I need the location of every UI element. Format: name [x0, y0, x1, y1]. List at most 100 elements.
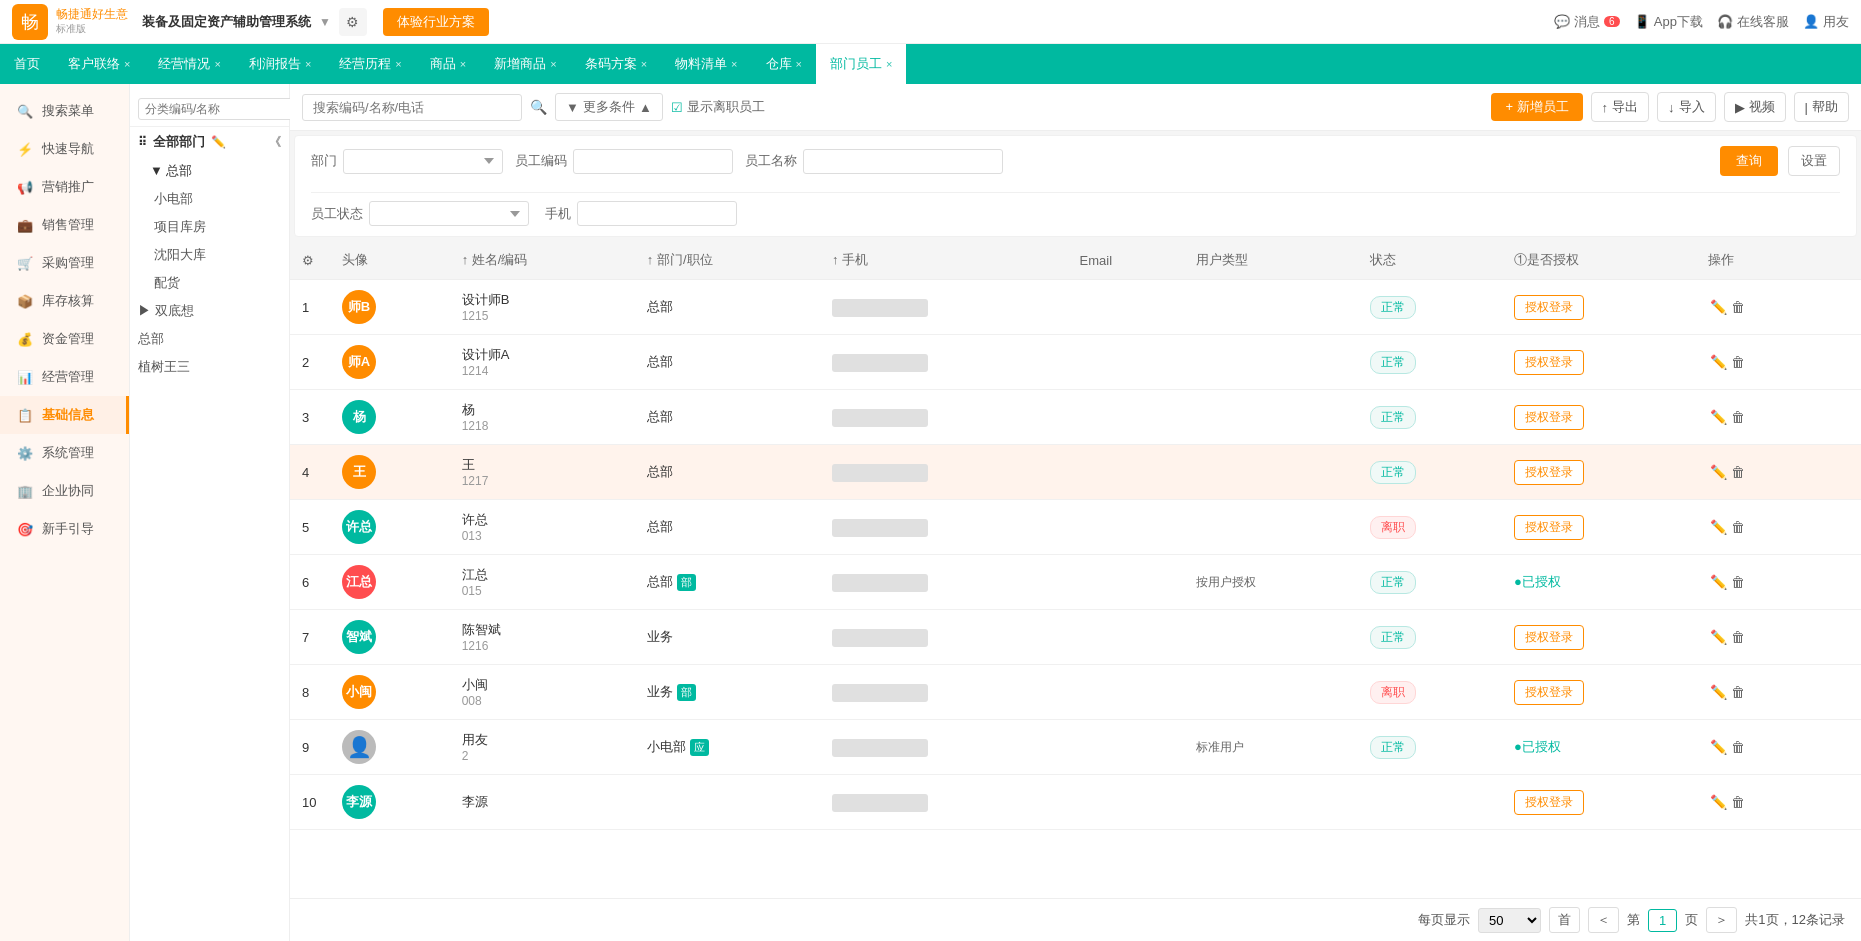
edit-button[interactable]: ✏️ — [1710, 739, 1727, 755]
nav-close-staff[interactable]: × — [886, 58, 892, 70]
auth-login-button[interactable]: 授权登录 — [1514, 790, 1584, 815]
sidebar-item-guide[interactable]: 🎯 新手引导 — [0, 510, 129, 548]
per-page-select[interactable]: 50 — [1478, 908, 1541, 933]
dept-search-input[interactable] — [138, 98, 302, 120]
auth-login-button[interactable]: 授权登录 — [1514, 350, 1584, 375]
auth-login-button[interactable]: 授权登录 — [1514, 680, 1584, 705]
view-button[interactable]: ▶ 视频 — [1724, 92, 1786, 122]
nav-item-bom[interactable]: 物料清单 × — [661, 44, 751, 84]
nav-item-ops[interactable]: 经营情况 × — [144, 44, 234, 84]
message-button[interactable]: 💬 消息 6 — [1554, 13, 1620, 31]
row-auth[interactable]: 授权登录 — [1502, 665, 1696, 720]
set-button[interactable]: 设置 — [1788, 146, 1840, 176]
more-filters-button[interactable]: ▼ 更多条件 ▲ — [555, 93, 663, 121]
add-employee-button[interactable]: + 新增员工 — [1491, 93, 1582, 121]
trial-button[interactable]: 体验行业方案 — [383, 8, 489, 36]
dept-item-zongbu[interactable]: 总部 — [130, 325, 289, 353]
nav-item-customer[interactable]: 客户联络 × — [54, 44, 144, 84]
delete-button[interactable]: 🗑 — [1731, 574, 1745, 590]
row-auth[interactable]: 授权登录 — [1502, 500, 1696, 555]
nav-item-staff[interactable]: 部门员工 × — [816, 44, 906, 84]
sidebar-item-system[interactable]: ⚙️ 系统管理 — [0, 434, 129, 472]
emp-code-input[interactable] — [573, 149, 733, 174]
sidebar-item-search[interactable]: 🔍 搜索菜单 — [0, 92, 129, 130]
delete-button[interactable]: 🗑 — [1731, 684, 1745, 700]
nav-item-goods[interactable]: 商品 × — [416, 44, 480, 84]
first-page-button[interactable]: 首 — [1549, 907, 1580, 933]
delete-button[interactable]: 🗑 — [1731, 519, 1745, 535]
dept-filter-select[interactable] — [343, 149, 503, 174]
delete-button[interactable]: 🗑 — [1731, 739, 1745, 755]
emp-status-select[interactable] — [369, 201, 529, 226]
delete-button[interactable]: 🗑 — [1731, 629, 1745, 645]
nav-close-barcode[interactable]: × — [641, 58, 647, 70]
edit-button[interactable]: ✏️ — [1710, 409, 1727, 425]
employee-search-input[interactable] — [302, 94, 522, 121]
nav-close-customer[interactable]: × — [124, 58, 130, 70]
edit-button[interactable]: ✏️ — [1710, 299, 1727, 315]
edit-button[interactable]: ✏️ — [1710, 629, 1727, 645]
help-button[interactable]: | 帮助 — [1794, 92, 1849, 122]
edit-button[interactable]: ✏️ — [1710, 684, 1727, 700]
export-button[interactable]: ↑ 导出 — [1591, 92, 1650, 122]
phone-input[interactable] — [577, 201, 737, 226]
online-service-button[interactable]: 🎧 在线客服 — [1717, 13, 1789, 31]
sidebar-item-operations[interactable]: 📊 经营管理 — [0, 358, 129, 396]
user-button[interactable]: 👤 用友 — [1803, 13, 1849, 31]
query-button[interactable]: 查询 — [1720, 146, 1778, 176]
auth-login-button[interactable]: 授权登录 — [1514, 515, 1584, 540]
col-dept[interactable]: ↑ 部门/职位 — [635, 241, 820, 280]
nav-item-home[interactable]: 首页 — [0, 44, 54, 84]
settings-button[interactable]: ⚙ — [339, 8, 367, 36]
delete-button[interactable]: 🗑 — [1731, 409, 1745, 425]
row-auth[interactable]: 授权登录 — [1502, 775, 1696, 830]
edit-button[interactable]: ✏️ — [1710, 354, 1727, 370]
nav-close-addgoods[interactable]: × — [550, 58, 556, 70]
row-auth[interactable]: 授权登录 — [1502, 610, 1696, 665]
auth-login-button[interactable]: 授权登录 — [1514, 405, 1584, 430]
row-auth[interactable]: 授权登录 — [1502, 335, 1696, 390]
sidebar-item-stock[interactable]: 📦 库存核算 — [0, 282, 129, 320]
dept-edit-icon[interactable]: ✏️ — [211, 135, 226, 149]
show-resign-toggle[interactable]: ☑ 显示离职员工 — [671, 98, 765, 116]
dept-group-head-label[interactable]: ▼ 总部 — [142, 157, 289, 185]
nav-item-profit[interactable]: 利润报告 × — [235, 44, 325, 84]
next-page-button[interactable]: ＞ — [1706, 907, 1737, 933]
delete-button[interactable]: 🗑 — [1731, 464, 1745, 480]
dept-item-xiangmu[interactable]: 项目库房 — [142, 213, 289, 241]
delete-button[interactable]: 🗑 — [1731, 354, 1745, 370]
nav-close-warehouse[interactable]: × — [796, 58, 802, 70]
dept-collapse-icon[interactable]: 《 — [269, 134, 281, 151]
nav-close-bom[interactable]: × — [731, 58, 737, 70]
col-phone[interactable]: ↑ 手机 — [820, 241, 1068, 280]
nav-item-addgoods[interactable]: 新增商品 × — [480, 44, 570, 84]
row-auth[interactable]: 授权登录 — [1502, 445, 1696, 500]
nav-close-ops[interactable]: × — [214, 58, 220, 70]
dept-item-peihuo[interactable]: 配货 — [142, 269, 289, 297]
sidebar-item-corp[interactable]: 🏢 企业协同 — [0, 472, 129, 510]
delete-button[interactable]: 🗑 — [1731, 299, 1745, 315]
nav-close-history[interactable]: × — [395, 58, 401, 70]
edit-button[interactable]: ✏️ — [1710, 464, 1727, 480]
sidebar-item-finance[interactable]: 💰 资金管理 — [0, 320, 129, 358]
nav-item-history[interactable]: 经营历程 × — [325, 44, 415, 84]
auth-login-button[interactable]: 授权登录 — [1514, 295, 1584, 320]
dept-item-xiaodian[interactable]: 小电部 — [142, 185, 289, 213]
col-name[interactable]: ↑ 姓名/编码 — [450, 241, 635, 280]
employee-search-button[interactable]: 🔍 — [530, 99, 547, 115]
row-auth[interactable]: 授权登录 — [1502, 390, 1696, 445]
col-settings[interactable]: ⚙ — [290, 241, 330, 280]
sidebar-item-marketing[interactable]: 📢 营销推广 — [0, 168, 129, 206]
dept-item-zhishu[interactable]: 植树王三 — [130, 353, 289, 381]
edit-button[interactable]: ✏️ — [1710, 574, 1727, 590]
auth-login-button[interactable]: 授权登录 — [1514, 460, 1584, 485]
auth-login-button[interactable]: 授权登录 — [1514, 625, 1584, 650]
prev-page-button[interactable]: ＜ — [1588, 907, 1619, 933]
dept-item-shuangdi[interactable]: ▶ 双底想 — [130, 297, 289, 325]
row-auth[interactable]: 授权登录 — [1502, 280, 1696, 335]
sidebar-item-purchase[interactable]: 🛒 采购管理 — [0, 244, 129, 282]
emp-name-input[interactable] — [803, 149, 1003, 174]
edit-button[interactable]: ✏️ — [1710, 794, 1727, 810]
nav-close-profit[interactable]: × — [305, 58, 311, 70]
import-button[interactable]: ↓ 导入 — [1657, 92, 1716, 122]
